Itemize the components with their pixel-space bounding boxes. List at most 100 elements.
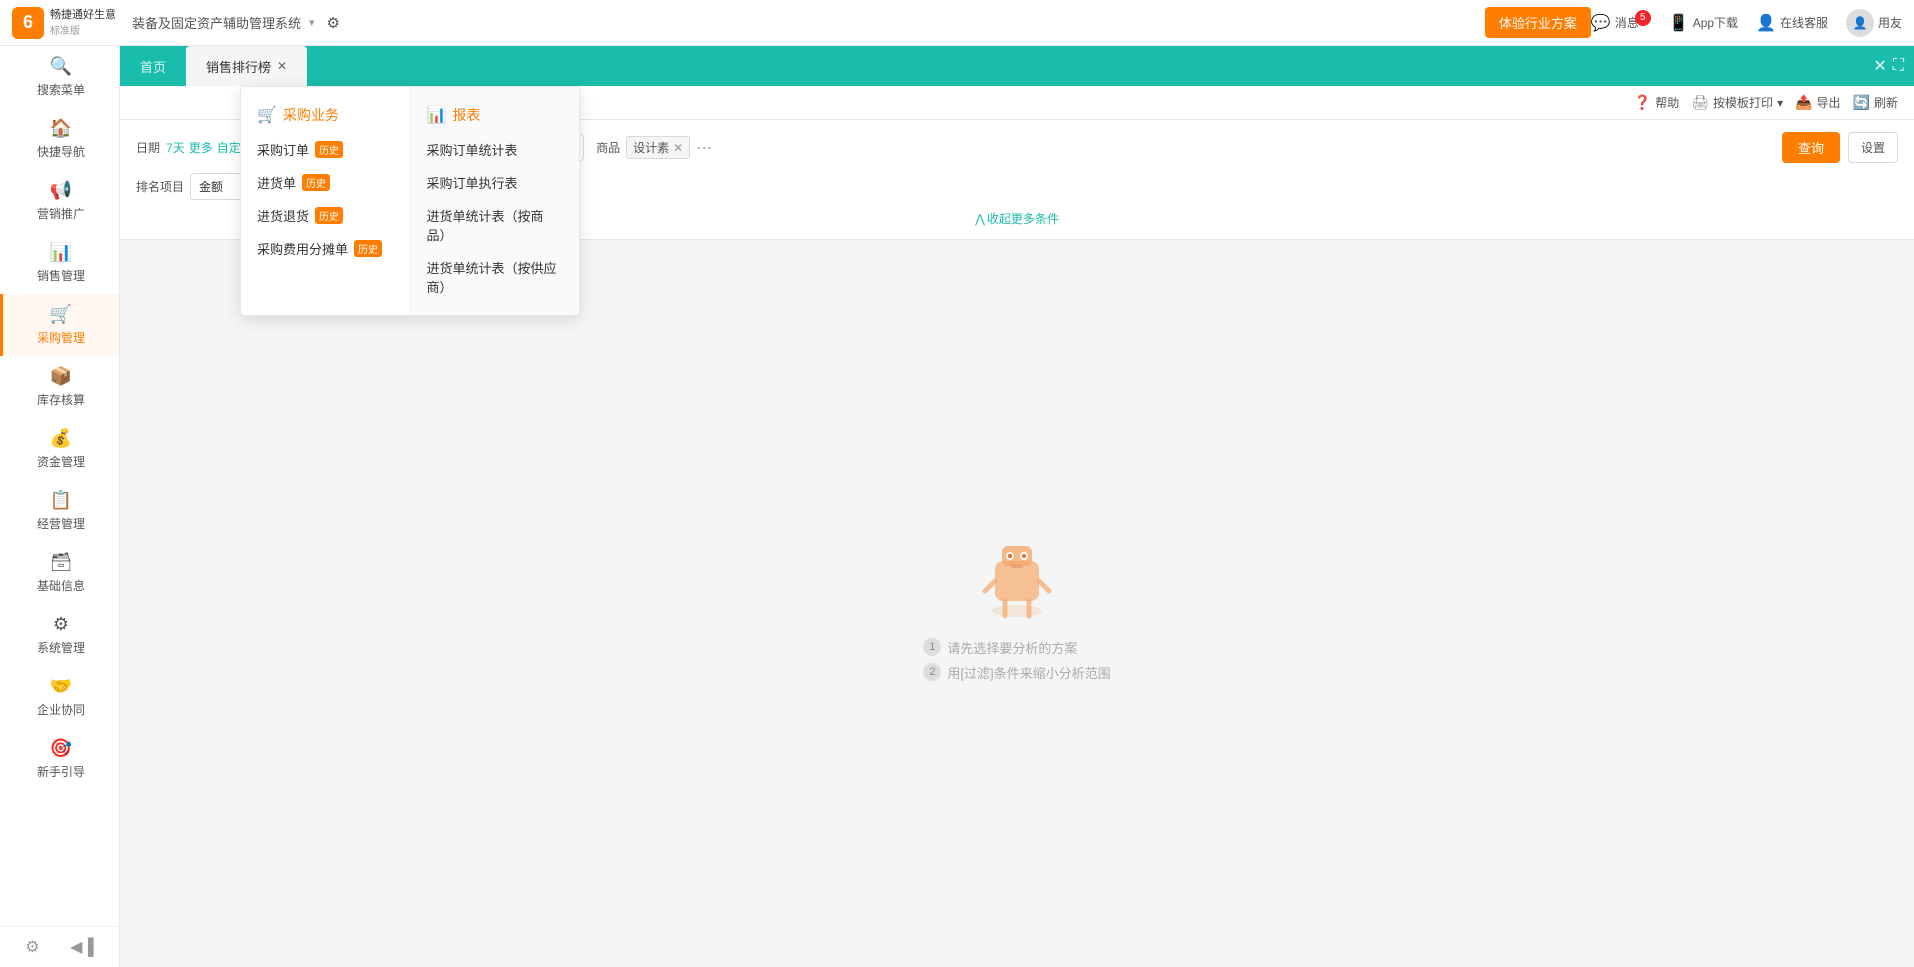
export-icon: 📤 xyxy=(1795,94,1812,111)
sidebar-item-quick[interactable]: 🏠 快捷导航 xyxy=(0,108,119,170)
sidebar: 🔍 搜索菜单 🏠 快捷导航 📢 营销推广 📊 销售管理 🛒 采购管理 📦 库存核… xyxy=(0,46,120,967)
notification-icon: 💬 xyxy=(1591,13,1611,33)
query-button[interactable]: 查询 xyxy=(1782,132,1840,163)
logo-badge: 标准版 xyxy=(50,22,116,37)
export-button[interactable]: 📤 导出 xyxy=(1795,94,1840,111)
hint-num-1: 1 xyxy=(923,638,941,656)
menu-item-purchase-order-exec[interactable]: 采购订单执行表 xyxy=(411,166,580,199)
purchase-section-title: 🛒 采购业务 xyxy=(241,99,410,133)
sidebar-label-inventory: 库存核算 xyxy=(37,391,85,408)
menu-item-return[interactable]: 进货退货 历史 xyxy=(241,199,410,232)
sidebar-item-marketing[interactable]: 📢 营销推广 xyxy=(0,170,119,232)
report-section-label: 报表 xyxy=(452,105,480,125)
print-icon: 🖨 xyxy=(1691,94,1709,111)
help-button[interactable]: ❓ 帮助 xyxy=(1634,94,1679,111)
sidebar-item-finance[interactable]: 💰 资金管理 xyxy=(0,418,119,480)
sidebar-item-guide[interactable]: 🎯 新手引导 xyxy=(0,728,119,790)
collapse-sidebar-icon[interactable]: ◀▐ xyxy=(70,937,94,957)
menu-item-inbound-stat-supplier[interactable]: 进货单统计表（按供应商） xyxy=(411,251,580,303)
purchase-section-icon: 🛒 xyxy=(257,105,277,125)
hint-num-2: 2 xyxy=(923,663,941,681)
service-icon: 👤 xyxy=(1756,13,1776,33)
notification-item[interactable]: 💬 消息 5 xyxy=(1591,13,1651,33)
sidebar-label-quick: 快捷导航 xyxy=(37,143,85,160)
sidebar-item-enterprise[interactable]: 🤝 企业协同 xyxy=(0,666,119,728)
purchase-dropdown-menu: 🛒 采购业务 采购订单 历史 进货单 历史 进货退货 历史 采购费用分摊单 xyxy=(240,86,580,316)
help-icon: ❓ xyxy=(1634,94,1651,111)
sidebar-item-system[interactable]: ⚙ 系统管理 xyxy=(0,604,119,666)
user-name: 用友 xyxy=(1878,14,1902,31)
sidebar-label-enterprise: 企业协同 xyxy=(37,701,85,718)
menu-item-purchase-order[interactable]: 采购订单 历史 xyxy=(241,133,410,166)
purchase-expense-badge: 历史 xyxy=(354,240,382,257)
print-arrow-icon: ▾ xyxy=(1777,96,1783,110)
settings-bottom-icon[interactable]: ⚙ xyxy=(25,937,39,957)
sidebar-item-search[interactable]: 🔍 搜索菜单 xyxy=(0,46,119,108)
operations-icon: 📋 xyxy=(50,490,72,511)
goods-more-btn[interactable]: ⋯ xyxy=(696,138,712,158)
basic-info-icon: 🗃 xyxy=(50,552,73,573)
menu-item-purchase-expense[interactable]: 采购费用分摊单 历史 xyxy=(241,232,410,265)
print-button[interactable]: 🖨 按模板打印 ▾ xyxy=(1691,94,1783,111)
system-name-arrow[interactable]: ▾ xyxy=(309,16,315,29)
inbound-badge: 历史 xyxy=(302,174,330,191)
sidebar-label-sales: 销售管理 xyxy=(37,267,85,284)
top-header: 6 畅捷通好生意 标准版 装备及固定资产辅助管理系统 ▾ ⚙ 体验行业方案 💬 … xyxy=(0,0,1914,46)
sales-icon: 📊 xyxy=(50,242,72,263)
logo-area: 6 畅捷通好生意 标准版 xyxy=(12,7,132,39)
sidebar-label-finance: 资金管理 xyxy=(37,453,85,470)
tab-maximize-icon[interactable]: ⛶ xyxy=(1893,57,1904,75)
collapse-button[interactable]: ⋀ 收起更多条件 xyxy=(975,210,1059,227)
date-label: 日期 xyxy=(136,139,160,156)
app-download-item[interactable]: 📱 App下载 xyxy=(1669,13,1738,33)
sidebar-label-guide: 新手引导 xyxy=(37,763,85,780)
empty-state: 1 请先选择要分析的方案 2 用[过滤]条件来缩小分析范围 xyxy=(120,240,1914,967)
sidebar-label-basic-info: 基础信息 xyxy=(37,577,85,594)
experience-button[interactable]: 体验行业方案 xyxy=(1485,7,1591,38)
tab-close-all-icon[interactable]: ✕ xyxy=(1873,56,1886,76)
hint-text-2: 用[过滤]条件来缩小分析范围 xyxy=(947,663,1110,682)
date-7days[interactable]: 7天 xyxy=(166,139,185,156)
empty-hints: 1 请先选择要分析的方案 2 用[过滤]条件来缩小分析范围 xyxy=(923,638,1110,682)
menu-item-inbound[interactable]: 进货单 历史 xyxy=(241,166,410,199)
refresh-button[interactable]: 🔄 刷新 xyxy=(1853,94,1898,111)
goods-tag-close[interactable]: ✕ xyxy=(673,141,683,155)
refresh-label: 刷新 xyxy=(1874,94,1898,111)
sidebar-item-purchase[interactable]: 🛒 采购管理 xyxy=(0,294,119,356)
refresh-icon: 🔄 xyxy=(1853,94,1870,111)
collapse-label: 收起更多条件 xyxy=(987,210,1059,227)
goods-filter: 商品 设计素 ✕ ⋯ xyxy=(596,136,712,159)
collapse-icon: ⋀ xyxy=(975,212,985,226)
settings-button[interactable]: 设置 xyxy=(1848,132,1898,163)
sidebar-item-basic-info[interactable]: 🗃 基础信息 xyxy=(0,542,119,604)
sidebar-item-inventory[interactable]: 📦 库存核算 xyxy=(0,356,119,418)
system-name-area: 装备及固定资产辅助管理系统 ▾ ⚙ xyxy=(132,13,1473,32)
menu-item-inbound-stat-goods-label: 进货单统计表（按商品） xyxy=(427,206,564,244)
tab-close-icon[interactable]: ✕ xyxy=(277,59,287,73)
settings-icon[interactable]: ⚙ xyxy=(327,14,340,32)
user-item[interactable]: 👤 用友 xyxy=(1846,9,1902,37)
purchase-section-label: 采购业务 xyxy=(283,105,339,125)
date-more[interactable]: 更多 xyxy=(189,139,213,156)
goods-tag-text: 设计素 xyxy=(633,139,669,156)
sidebar-label-search: 搜索菜单 xyxy=(37,81,85,98)
sidebar-bottom: ⚙ ◀▐ xyxy=(0,926,119,967)
tab-home[interactable]: 首页 xyxy=(120,46,186,86)
inventory-icon: 📦 xyxy=(50,366,72,387)
online-service-item[interactable]: 👤 在线客服 xyxy=(1756,13,1828,33)
guide-icon: 🎯 xyxy=(50,738,72,759)
menu-item-inbound-stat-goods[interactable]: 进货单统计表（按商品） xyxy=(411,199,580,251)
report-section: 📊 报表 采购订单统计表 采购订单执行表 进货单统计表（按商品） 进货单统计表（… xyxy=(410,87,580,315)
main-layout: 🔍 搜索菜单 🏠 快捷导航 📢 营销推广 📊 销售管理 🛒 采购管理 📦 库存核… xyxy=(0,46,1914,967)
sidebar-item-operations[interactable]: 📋 经营管理 xyxy=(0,480,119,542)
purchase-order-badge: 历史 xyxy=(315,141,343,158)
menu-item-purchase-order-exec-label: 采购订单执行表 xyxy=(427,173,518,192)
empty-hint-1: 1 请先选择要分析的方案 xyxy=(923,638,1110,657)
marketing-icon: 📢 xyxy=(50,180,72,201)
tab-sales-rank[interactable]: 销售排行榜 ✕ xyxy=(186,46,307,86)
tab-sales-rank-label: 销售排行榜 xyxy=(206,57,271,76)
menu-item-purchase-order-stat[interactable]: 采购订单统计表 xyxy=(411,133,580,166)
header-right: 💬 消息 5 📱 App下载 👤 在线客服 👤 用友 xyxy=(1591,9,1902,37)
menu-item-inbound-label: 进货单 xyxy=(257,173,296,192)
sidebar-item-sales[interactable]: 📊 销售管理 xyxy=(0,232,119,294)
